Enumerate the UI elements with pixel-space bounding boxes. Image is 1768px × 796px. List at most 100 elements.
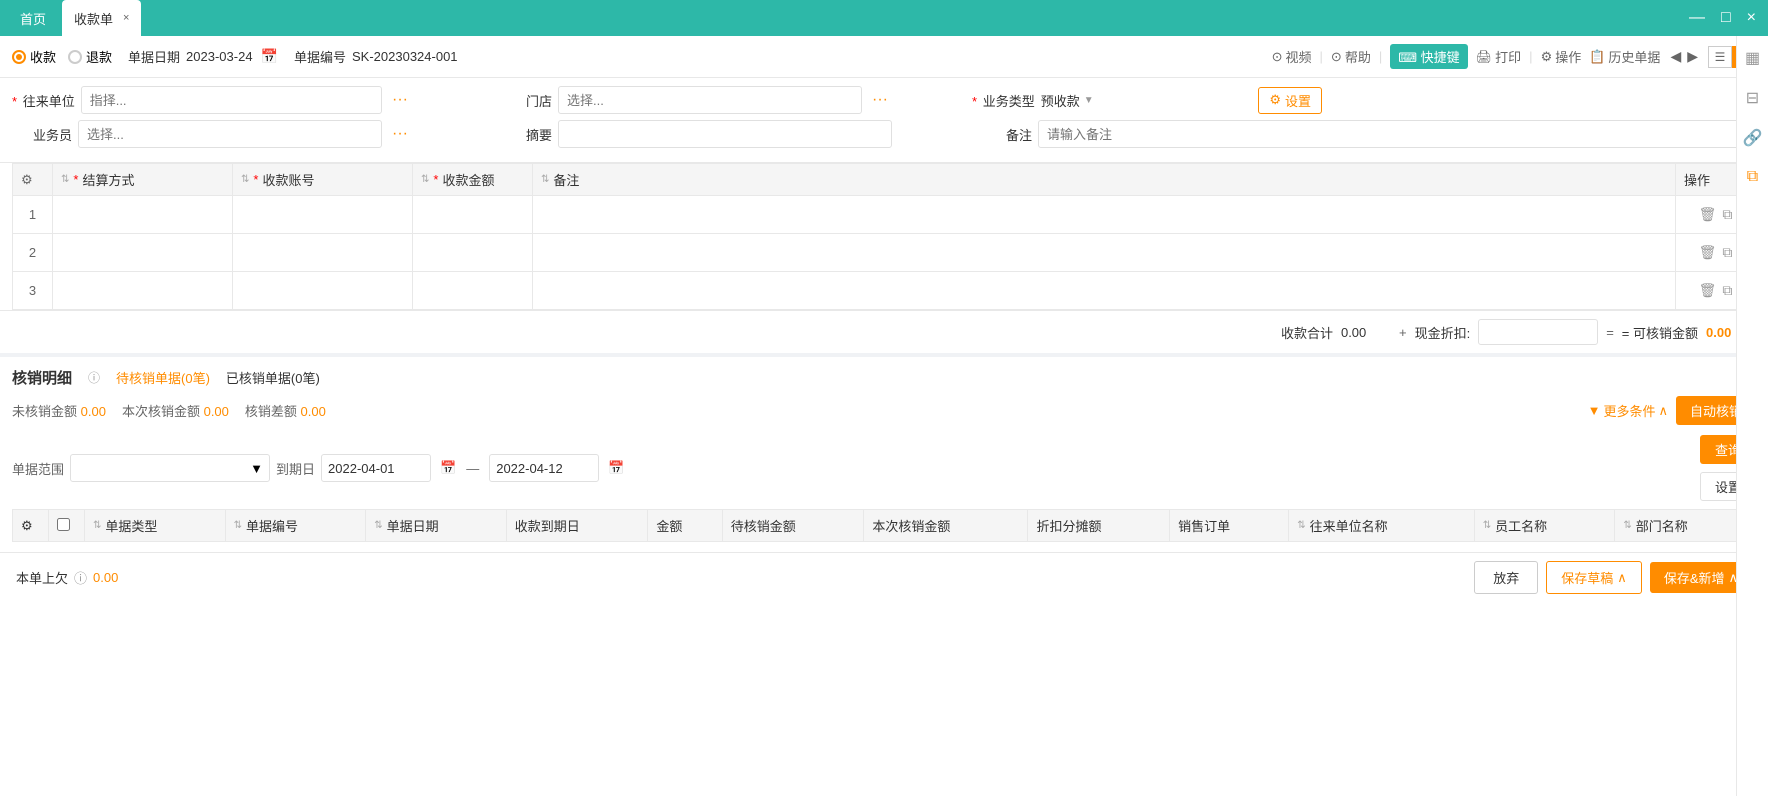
btable-settings-icon[interactable]: ⚙ <box>21 518 33 533</box>
tab-receipt[interactable]: 收款单 × <box>62 0 141 36</box>
settings-gear-icon: ⚙ <box>1269 92 1281 108</box>
video-link[interactable]: ⊙ 视频 <box>1272 47 1312 66</box>
help-link[interactable]: ⊙ 帮助 <box>1331 47 1371 66</box>
bth-amount: 金额 <box>648 510 722 542</box>
row3-settle[interactable] <box>53 272 233 310</box>
business-type-label: * 业务类型 <box>972 91 1035 110</box>
date-to-calendar-icon[interactable]: 📅 <box>608 460 624 476</box>
range-label: 单据范围 <box>12 459 64 478</box>
prev-arrow[interactable]: ◀ <box>1668 48 1683 65</box>
row2-remark[interactable] <box>533 234 1676 272</box>
radio-receipt[interactable]: 收款 <box>12 47 56 66</box>
summary-input[interactable] <box>558 120 892 148</box>
row1-copy-icon[interactable]: ⧉ <box>1722 206 1732 223</box>
row2-settle[interactable] <box>53 234 233 272</box>
store-more-icon[interactable]: ··· <box>868 91 892 109</box>
list-view-btn[interactable]: ☰ <box>1708 46 1732 68</box>
radio-refund[interactable]: 退款 <box>68 47 112 66</box>
sep2: | <box>1379 49 1382 64</box>
range-select[interactable]: ▼ <box>70 454 270 482</box>
help-icon: ⊙ <box>1331 49 1342 65</box>
th-account-label: 收款账号 <box>262 170 314 189</box>
pending-tab[interactable]: 待核销单据(0笔) <box>116 368 210 387</box>
row3-copy-icon[interactable]: ⧉ <box>1722 282 1732 299</box>
bth-current: 本次核销金额 <box>864 510 1028 542</box>
operate-link[interactable]: ⚙ 操作 <box>1541 47 1582 66</box>
bth-order: 销售订单 <box>1170 510 1289 542</box>
row1-num: 1 <box>13 196 53 234</box>
verify-stats: 未核销金额 0.00 本次核销金额 0.00 核销差额 0.00 ▼ 更多条件 … <box>12 396 1756 425</box>
date-calendar-icon[interactable]: 📅 <box>261 48 278 65</box>
total-label: 收款合计 <box>1281 323 1333 342</box>
row2-delete-icon[interactable]: 🗑 <box>1699 244 1717 261</box>
row1-settle[interactable] <box>53 196 233 234</box>
date-from-input[interactable] <box>321 454 431 482</box>
number-label: 单据编号 <box>294 47 346 66</box>
row3-amount[interactable] <box>413 272 533 310</box>
tab-home[interactable]: 首页 <box>8 0 58 36</box>
shortcut-icon: ⌨ <box>1398 50 1417 65</box>
abandon-button[interactable]: 放弃 <box>1474 561 1538 594</box>
date-value[interactable]: 2023-03-24 <box>186 49 253 64</box>
sidebar-layer-icon[interactable]: ⊟ <box>1742 84 1763 112</box>
sidebar-camera-icon[interactable]: ⧉ <box>1743 164 1762 190</box>
print-icon: 🖨 <box>1476 49 1493 65</box>
staff-input[interactable] <box>78 120 382 148</box>
table-row: 3 🗑 ⧉ <box>13 272 1756 310</box>
current-verify-stat: 本次核销金额 0.00 <box>122 401 229 420</box>
row3-remark[interactable] <box>533 272 1676 310</box>
remark-input[interactable] <box>1038 120 1756 148</box>
row2-account[interactable] <box>233 234 413 272</box>
help-label: 帮助 <box>1345 47 1371 66</box>
operate-icon: ⚙ <box>1541 49 1553 65</box>
toolbar-actions: ⊙ 视频 | ⊙ 帮助 | ⌨ 快捷键 🖨 打印 | ⚙ 操作 <box>1272 44 1756 69</box>
row1-account[interactable] <box>233 196 413 234</box>
print-link[interactable]: 🖨 打印 <box>1476 47 1522 66</box>
unverified-amount-value: 0.00 <box>81 404 106 419</box>
save-draft-button[interactable]: 保存草稿 ∧ <box>1546 561 1642 594</box>
counterparty-input[interactable] <box>81 86 382 114</box>
counterparty-more-icon[interactable]: ··· <box>388 91 412 109</box>
diff-stat: 核销差额 0.00 <box>245 401 326 420</box>
th-settle: ⇅ * 结算方式 <box>53 164 233 196</box>
history-link[interactable]: 📋 历史单据 <box>1589 47 1660 66</box>
close-button[interactable]: × <box>1743 9 1760 27</box>
bth-type: ⇅单据类型 <box>85 510 226 542</box>
more-conditions-link[interactable]: ▼ 更多条件 ∧ <box>1588 401 1668 420</box>
bottom-table: ⚙ ⇅单据类型 ⇅单据编号 ⇅单据日期 <box>12 509 1756 542</box>
table-settings-icon[interactable]: ⚙ <box>21 172 33 187</box>
date-to-input[interactable] <box>489 454 599 482</box>
filter-icon: ▼ <box>1588 403 1601 418</box>
row2-amount[interactable] <box>413 234 533 272</box>
amount-required: * <box>433 172 438 187</box>
row1-delete-icon[interactable]: 🗑 <box>1699 206 1717 223</box>
tab-close-icon[interactable]: × <box>123 12 129 24</box>
row1-remark[interactable] <box>533 196 1676 234</box>
th-amount-label: 收款金额 <box>442 170 494 189</box>
date-from-calendar-icon[interactable]: 📅 <box>440 460 456 476</box>
row1-amount[interactable] <box>413 196 533 234</box>
minimize-button[interactable]: — <box>1685 9 1709 27</box>
select-all-checkbox[interactable] <box>57 518 70 531</box>
verified-tab[interactable]: 已核销单据(0笔) <box>226 368 320 387</box>
discount-input[interactable] <box>1478 319 1598 345</box>
sidebar-table-icon[interactable]: ▦ <box>1741 44 1764 72</box>
store-input[interactable] <box>558 86 862 114</box>
prev-value: 0.00 <box>93 570 118 585</box>
shortcut-button[interactable]: ⌨ 快捷键 <box>1390 44 1467 69</box>
maximize-button[interactable]: □ <box>1717 9 1735 27</box>
staff-more-icon[interactable]: ··· <box>388 125 412 143</box>
row2-copy-icon[interactable]: ⧉ <box>1722 244 1732 261</box>
row3-account[interactable] <box>233 272 413 310</box>
radio-receipt-label: 收款 <box>30 47 56 66</box>
history-label: 历史单据 <box>1608 47 1660 66</box>
next-arrow[interactable]: ▶ <box>1685 48 1700 65</box>
verify-title: 核销明细 <box>12 367 72 388</box>
bth-counterparty: ⇅往来单位名称 <box>1289 510 1474 542</box>
row3-delete-icon[interactable]: 🗑 <box>1699 282 1717 299</box>
radio-receipt-circle <box>12 50 26 64</box>
business-type-select[interactable]: 预收款 ▼ <box>1041 91 1245 110</box>
shortcut-label: 快捷键 <box>1421 50 1460 65</box>
sidebar-link-icon[interactable]: 🔗 <box>1739 124 1767 152</box>
settings-form-button[interactable]: ⚙ 设置 <box>1258 87 1322 114</box>
